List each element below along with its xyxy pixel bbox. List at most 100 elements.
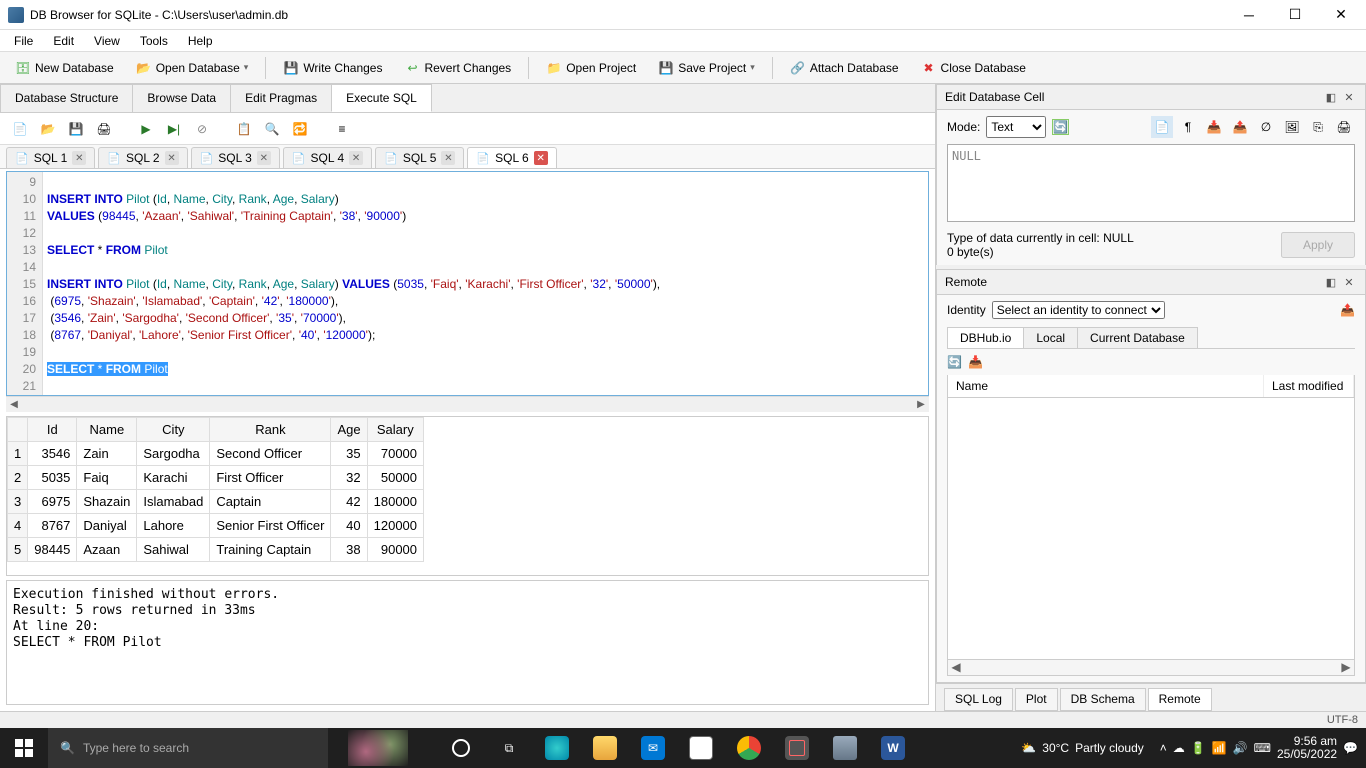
edge-icon[interactable] [534, 728, 580, 768]
menu-file[interactable]: File [4, 32, 43, 50]
editor-hscroll[interactable]: ◀▶ [6, 396, 929, 412]
chrome-icon[interactable] [726, 728, 772, 768]
db-tab-edit-pragmas[interactable]: Edit Pragmas [230, 84, 332, 112]
run-icon[interactable]: ▶ [134, 117, 158, 141]
db-browser-icon[interactable] [822, 728, 868, 768]
col-salary[interactable]: Salary [367, 418, 423, 442]
col-rank[interactable]: Rank [210, 418, 331, 442]
bottom-tab-db-schema[interactable]: DB Schema [1060, 688, 1146, 711]
wifi-icon[interactable]: 📶 [1212, 741, 1227, 755]
menu-view[interactable]: View [84, 32, 130, 50]
find-icon[interactable]: 🔍 [260, 117, 284, 141]
close-tab-icon[interactable]: ✕ [165, 151, 179, 165]
onedrive-icon[interactable]: ☁ [1173, 741, 1185, 755]
toolbar-close[interactable]: ✖Close Database [912, 56, 1035, 80]
save-file-icon[interactable]: 💾 [64, 117, 88, 141]
close-tab-icon[interactable]: ✕ [441, 151, 455, 165]
close-tab-icon[interactable]: ✕ [534, 151, 548, 165]
toolbar-db-open[interactable]: 📂Open Database▾ [127, 56, 258, 80]
mail-icon[interactable]: ✉ [630, 728, 676, 768]
language-icon[interactable]: ⌨ [1254, 741, 1271, 755]
task-view-icon[interactable]: ⧉ [486, 728, 532, 768]
sql-tab-4[interactable]: 📄SQL 4✕ [283, 147, 372, 168]
close-tab-icon[interactable]: ✕ [349, 151, 363, 165]
menu-tools[interactable]: Tools [130, 32, 178, 50]
toolbar-attach[interactable]: 🔗Attach Database [781, 56, 908, 80]
code-area[interactable]: INSERT INTO Pilot (Id, Name, City, Rank,… [43, 172, 928, 395]
table-row[interactable]: 48767DaniyalLahoreSenior First Officer40… [8, 514, 424, 538]
print-cell-icon[interactable]: 🖨 [1333, 116, 1355, 138]
refresh-icon[interactable]: 🔄 [947, 355, 962, 369]
menu-edit[interactable]: Edit [43, 32, 84, 50]
undock-icon[interactable]: ◧ [1323, 89, 1339, 105]
col-name[interactable]: Name [77, 418, 137, 442]
toolbar-revert[interactable]: ↩Revert Changes [395, 56, 520, 80]
word-icon[interactable]: W [870, 728, 916, 768]
close-window-button[interactable]: ✕ [1318, 0, 1364, 30]
snip-icon[interactable] [774, 728, 820, 768]
sql-tab-3[interactable]: 📄SQL 3✕ [191, 147, 280, 168]
import-icon[interactable]: 📥 [1203, 116, 1225, 138]
toolbar-proj-open[interactable]: 📁Open Project [537, 56, 645, 80]
remote-tab-local[interactable]: Local [1023, 327, 1078, 348]
volume-icon[interactable]: 🔊 [1233, 741, 1248, 755]
null-icon[interactable]: ∅ [1255, 116, 1277, 138]
clock[interactable]: 9:56 am 25/05/2022 [1277, 735, 1337, 761]
clone-icon[interactable]: 📥 [968, 355, 983, 369]
results-table[interactable]: IdNameCityRankAgeSalary13546ZainSargodha… [6, 416, 929, 576]
cortana-icon[interactable] [438, 728, 484, 768]
print-icon[interactable]: 🖨 [92, 117, 116, 141]
remote-hscroll[interactable]: ◀ ▶ [947, 660, 1355, 676]
toolbar-proj-save[interactable]: 💾Save Project▾ [649, 56, 764, 80]
table-row[interactable]: 598445AzaanSahiwalTraining Captain389000… [8, 538, 424, 562]
identity-select[interactable]: Select an identity to connect [992, 301, 1165, 319]
image-icon[interactable]: 🖼 [1281, 116, 1303, 138]
toolbar-write[interactable]: 💾Write Changes [274, 56, 391, 80]
save-results-icon[interactable]: 📋 [232, 117, 256, 141]
stop-icon[interactable]: ⊘ [190, 117, 214, 141]
run-line-icon[interactable]: ▶| [162, 117, 186, 141]
taskbar-search[interactable]: 🔍 Type here to search [48, 728, 328, 768]
remote-list[interactable] [947, 398, 1355, 660]
rtl-icon[interactable]: ¶ [1177, 116, 1199, 138]
open-file-icon[interactable]: 📂 [36, 117, 60, 141]
close-tab-icon[interactable]: ✕ [72, 151, 86, 165]
sql-tab-6[interactable]: 📄SQL 6✕ [467, 147, 556, 168]
maximize-button[interactable]: ☐ [1272, 0, 1318, 30]
db-tab-database-structure[interactable]: Database Structure [0, 84, 133, 112]
col-age[interactable]: Age [331, 418, 367, 442]
apply-button[interactable]: Apply [1281, 232, 1355, 258]
col-id[interactable]: Id [28, 418, 77, 442]
bottom-tab-plot[interactable]: Plot [1015, 688, 1058, 711]
auto-switch-icon[interactable]: 🔄 [1052, 119, 1069, 135]
push-icon[interactable]: 📤 [1340, 303, 1355, 317]
minimize-button[interactable]: ─ [1226, 0, 1272, 30]
toolbar-db-new[interactable]: 🗄New Database [6, 56, 123, 80]
close-remote-icon[interactable]: ✕ [1341, 274, 1357, 290]
export-icon[interactable]: 📤 [1229, 116, 1251, 138]
sql-tab-5[interactable]: 📄SQL 5✕ [375, 147, 464, 168]
sql-tab-1[interactable]: 📄SQL 1✕ [6, 147, 95, 168]
new-tab-icon[interactable]: 📄 [8, 117, 32, 141]
copy-icon[interactable]: ⎘ [1307, 116, 1329, 138]
db-tab-execute-sql[interactable]: Execute SQL [331, 84, 432, 112]
undock-remote-icon[interactable]: ◧ [1323, 274, 1339, 290]
start-button[interactable] [0, 728, 48, 768]
cell-content[interactable]: NULL [947, 144, 1355, 222]
bottom-tab-remote[interactable]: Remote [1148, 688, 1212, 711]
close-tab-icon[interactable]: ✕ [257, 151, 271, 165]
indent-icon[interactable]: ≡ [330, 117, 354, 141]
weather-widget[interactable]: ⛅ 30°C Partly cloudy [1021, 741, 1143, 755]
remote-tab-current-database[interactable]: Current Database [1077, 327, 1198, 348]
table-row[interactable]: 13546ZainSargodhaSecond Officer3570000 [8, 442, 424, 466]
db-tab-browse-data[interactable]: Browse Data [132, 84, 231, 112]
table-row[interactable]: 36975ShazainIslamabadCaptain42180000 [8, 490, 424, 514]
store-icon[interactable] [678, 728, 724, 768]
col-city[interactable]: City [137, 418, 210, 442]
find-replace-icon[interactable]: 🔁 [288, 117, 312, 141]
text-mode-icon[interactable]: 📄 [1151, 116, 1173, 138]
table-row[interactable]: 25035FaiqKarachiFirst Officer3250000 [8, 466, 424, 490]
notifications-icon[interactable]: 💬 [1343, 741, 1358, 755]
bottom-tab-sql-log[interactable]: SQL Log [944, 688, 1013, 711]
battery-icon[interactable]: 🔋 [1191, 741, 1206, 755]
